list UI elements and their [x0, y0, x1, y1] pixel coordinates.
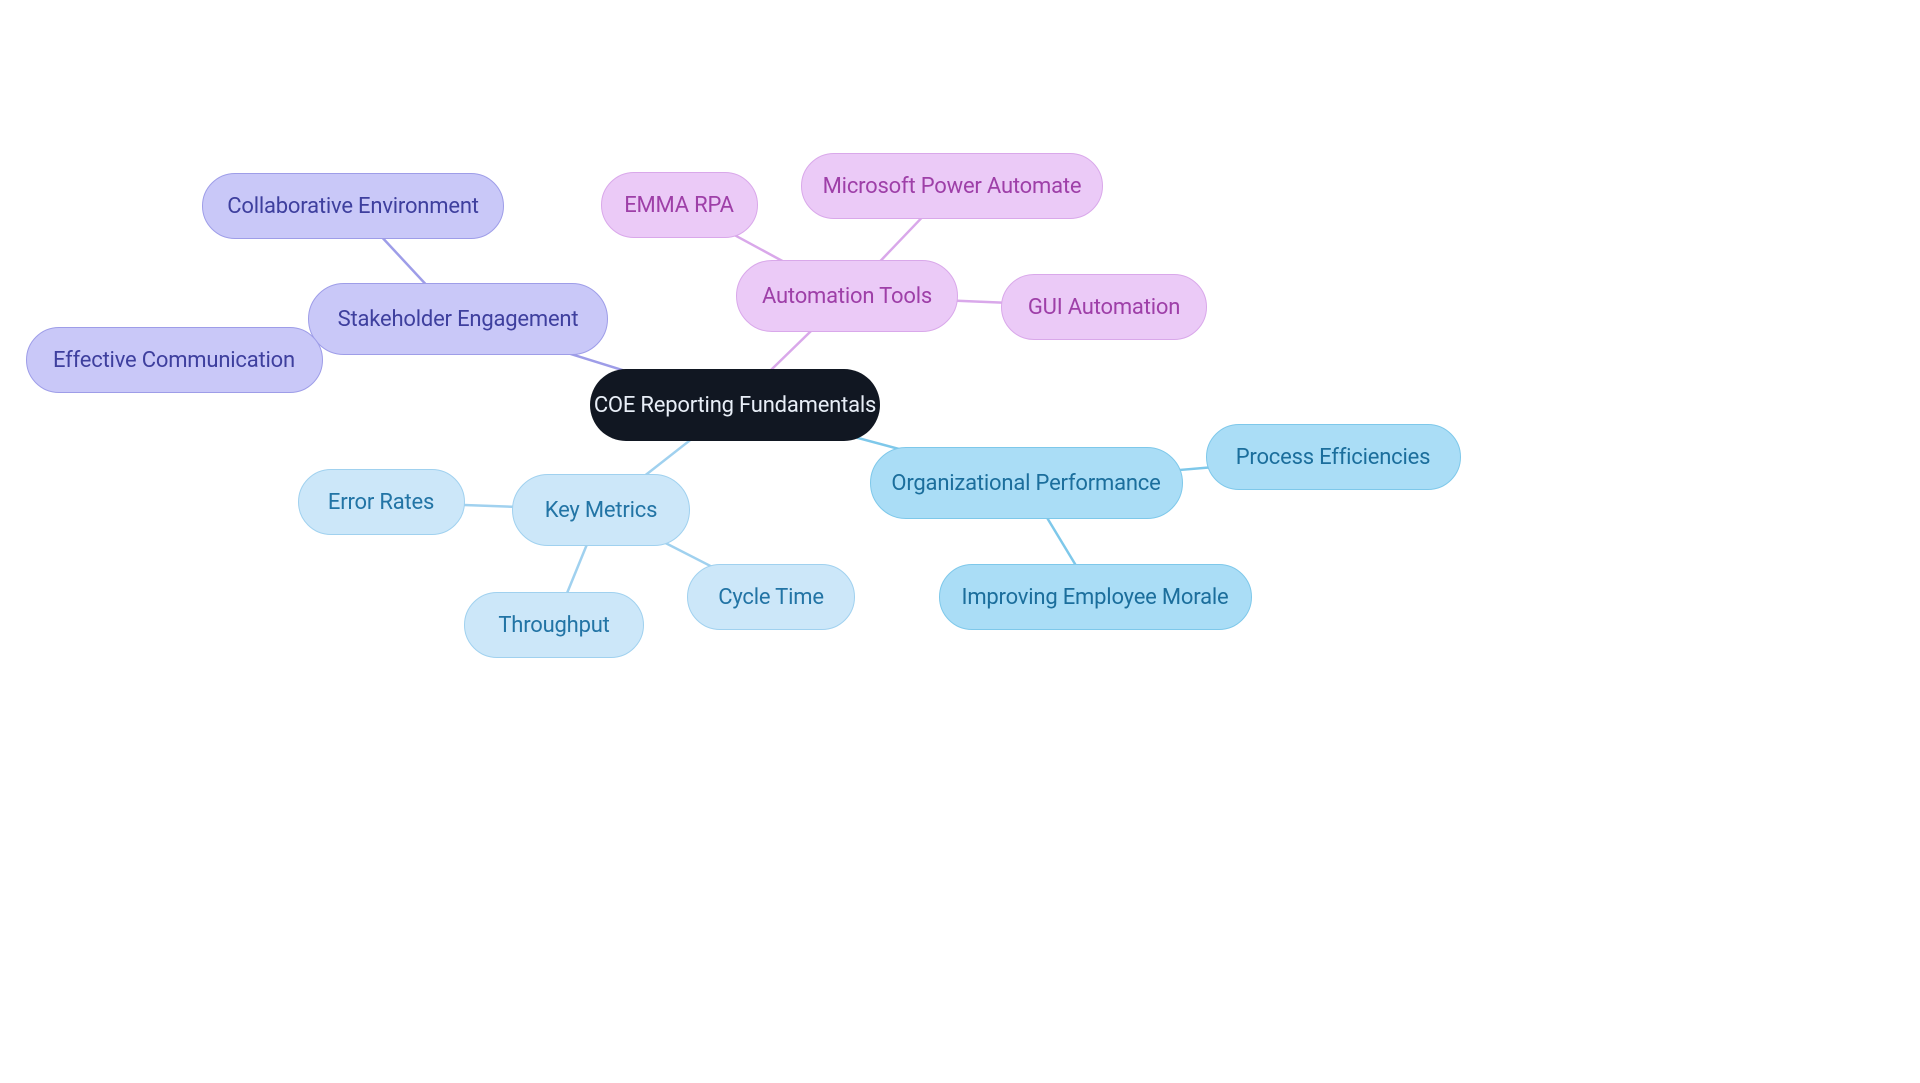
node-mspa[interactable]: Microsoft Power Automate [801, 153, 1103, 219]
node-proceff[interactable]: Process Efficiencies [1206, 424, 1461, 490]
node-morale[interactable]: Improving Employee Morale [939, 564, 1252, 630]
node-center[interactable]: COE Reporting Fundamentals [590, 369, 880, 441]
node-collab[interactable]: Collaborative Environment [202, 173, 504, 239]
node-keymetrics[interactable]: Key Metrics [512, 474, 690, 546]
node-cycle[interactable]: Cycle Time [687, 564, 855, 630]
mindmap-canvas: COE Reporting Fundamentals Stakeholder E… [0, 0, 1920, 1083]
node-effcomm[interactable]: Effective Communication [26, 327, 323, 393]
node-gui[interactable]: GUI Automation [1001, 274, 1207, 340]
node-error[interactable]: Error Rates [298, 469, 465, 535]
node-orgperf[interactable]: Organizational Performance [870, 447, 1183, 519]
node-emma[interactable]: EMMA RPA [601, 172, 758, 238]
node-stakeholder[interactable]: Stakeholder Engagement [308, 283, 608, 355]
node-automation[interactable]: Automation Tools [736, 260, 958, 332]
node-throughput[interactable]: Throughput [464, 592, 644, 658]
